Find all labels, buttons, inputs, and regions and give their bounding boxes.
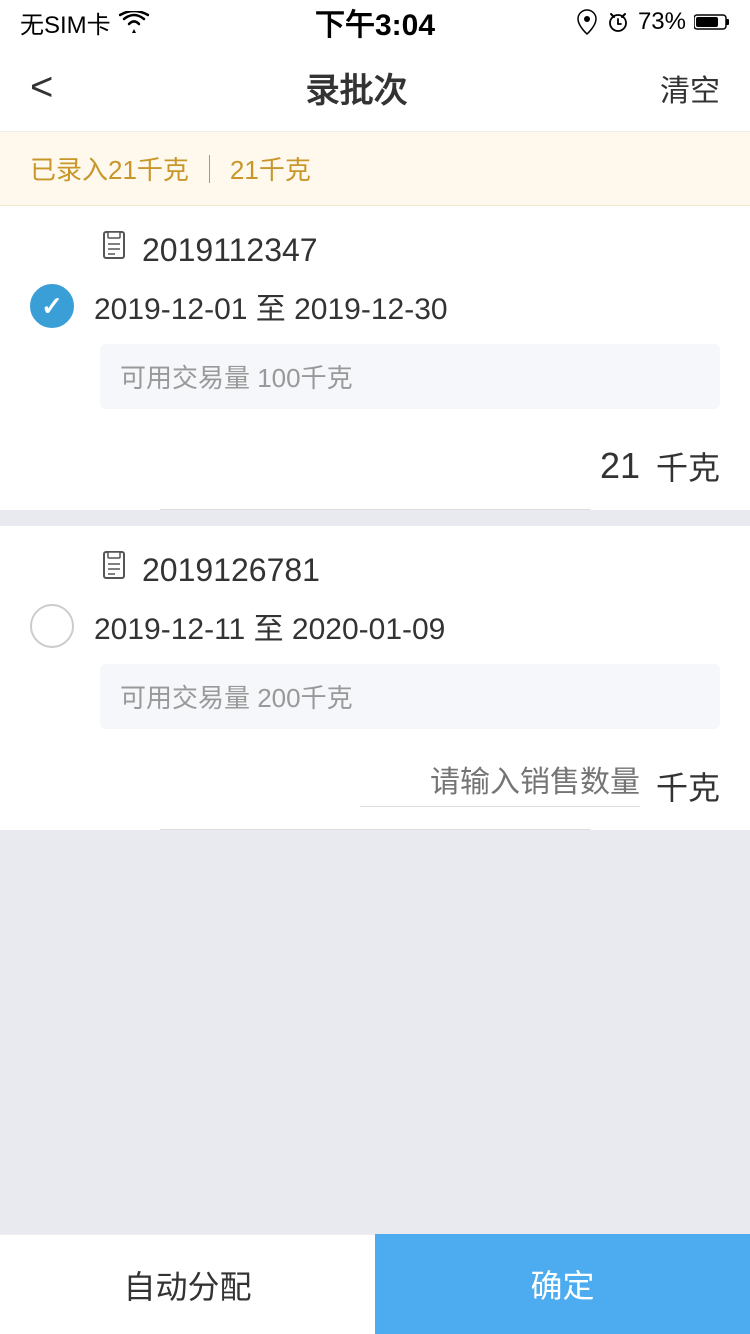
qty-unit-2: 千克 <box>656 763 720 809</box>
status-right: 73% <box>576 8 730 36</box>
status-time: 下午3:04 <box>315 0 435 44</box>
recorded-value: 21千克 <box>230 150 311 187</box>
status-bar: 无SIM卡 下午3:04 73% <box>0 0 750 44</box>
batch-id-row-2: 2019126781 <box>100 550 720 590</box>
auto-distribute-button[interactable]: 自动分配 <box>0 1234 375 1334</box>
status-left: 无SIM卡 <box>20 5 149 40</box>
batch-doc-icon-2 <box>100 550 132 590</box>
back-button[interactable]: < <box>30 65 53 110</box>
page-title: 录批次 <box>306 63 408 112</box>
location-icon <box>576 9 598 35</box>
batch-avail-text-2: 可用交易量 200千克 <box>120 683 353 713</box>
battery-icon <box>694 13 730 31</box>
wifi-icon <box>119 11 149 33</box>
battery-text: 73% <box>638 8 686 36</box>
batch-item-2: 2019126781 2019-12-11 至 2020-01-09 可用交易量… <box>0 526 750 830</box>
qty-row-1: 21 千克 <box>0 433 750 509</box>
recorded-label: 已录入21千克 <box>30 150 189 187</box>
section-divider <box>0 510 750 526</box>
radio-1[interactable] <box>30 284 74 328</box>
batch-avail-text-1: 可用交易量 100千克 <box>120 363 353 393</box>
bottom-bar: 自动分配 确定 <box>0 1234 750 1334</box>
empty-area <box>0 830 750 1250</box>
qty-unit-1: 千克 <box>656 443 720 489</box>
batch-avail-row-1: 可用交易量 100千克 <box>100 344 720 409</box>
batch-date-row-1[interactable]: 2019-12-01 至 2019-12-30 <box>30 284 720 328</box>
batch-avail-row-2: 可用交易量 200千克 <box>100 664 720 729</box>
banner-divider <box>209 155 210 183</box>
sim-text: 无SIM卡 <box>20 5 111 40</box>
qty-input-2[interactable] <box>360 766 640 807</box>
batch-date-2: 2019-12-11 至 2020-01-09 <box>94 604 445 648</box>
batch-date-row-2[interactable]: 2019-12-11 至 2020-01-09 <box>30 604 720 648</box>
nav-bar: < 录批次 清空 <box>0 44 750 132</box>
batch-id-text-2: 2019126781 <box>142 552 320 589</box>
info-banner: 已录入21千克 21千克 <box>0 132 750 206</box>
radio-2[interactable] <box>30 604 74 648</box>
batch-date-1: 2019-12-01 至 2019-12-30 <box>94 284 448 328</box>
batch-id-row-1: 2019112347 <box>100 230 720 270</box>
clear-button[interactable]: 清空 <box>660 66 720 110</box>
qty-row-2: 千克 <box>0 753 750 829</box>
confirm-button[interactable]: 确定 <box>375 1234 750 1334</box>
batch-id-text-1: 2019112347 <box>142 232 318 269</box>
batch-doc-icon-1 <box>100 230 132 270</box>
alarm-icon <box>606 10 630 34</box>
qty-value-1: 21 <box>600 445 640 487</box>
batch-item-1: 2019112347 2019-12-01 至 2019-12-30 可用交易量… <box>0 206 750 510</box>
